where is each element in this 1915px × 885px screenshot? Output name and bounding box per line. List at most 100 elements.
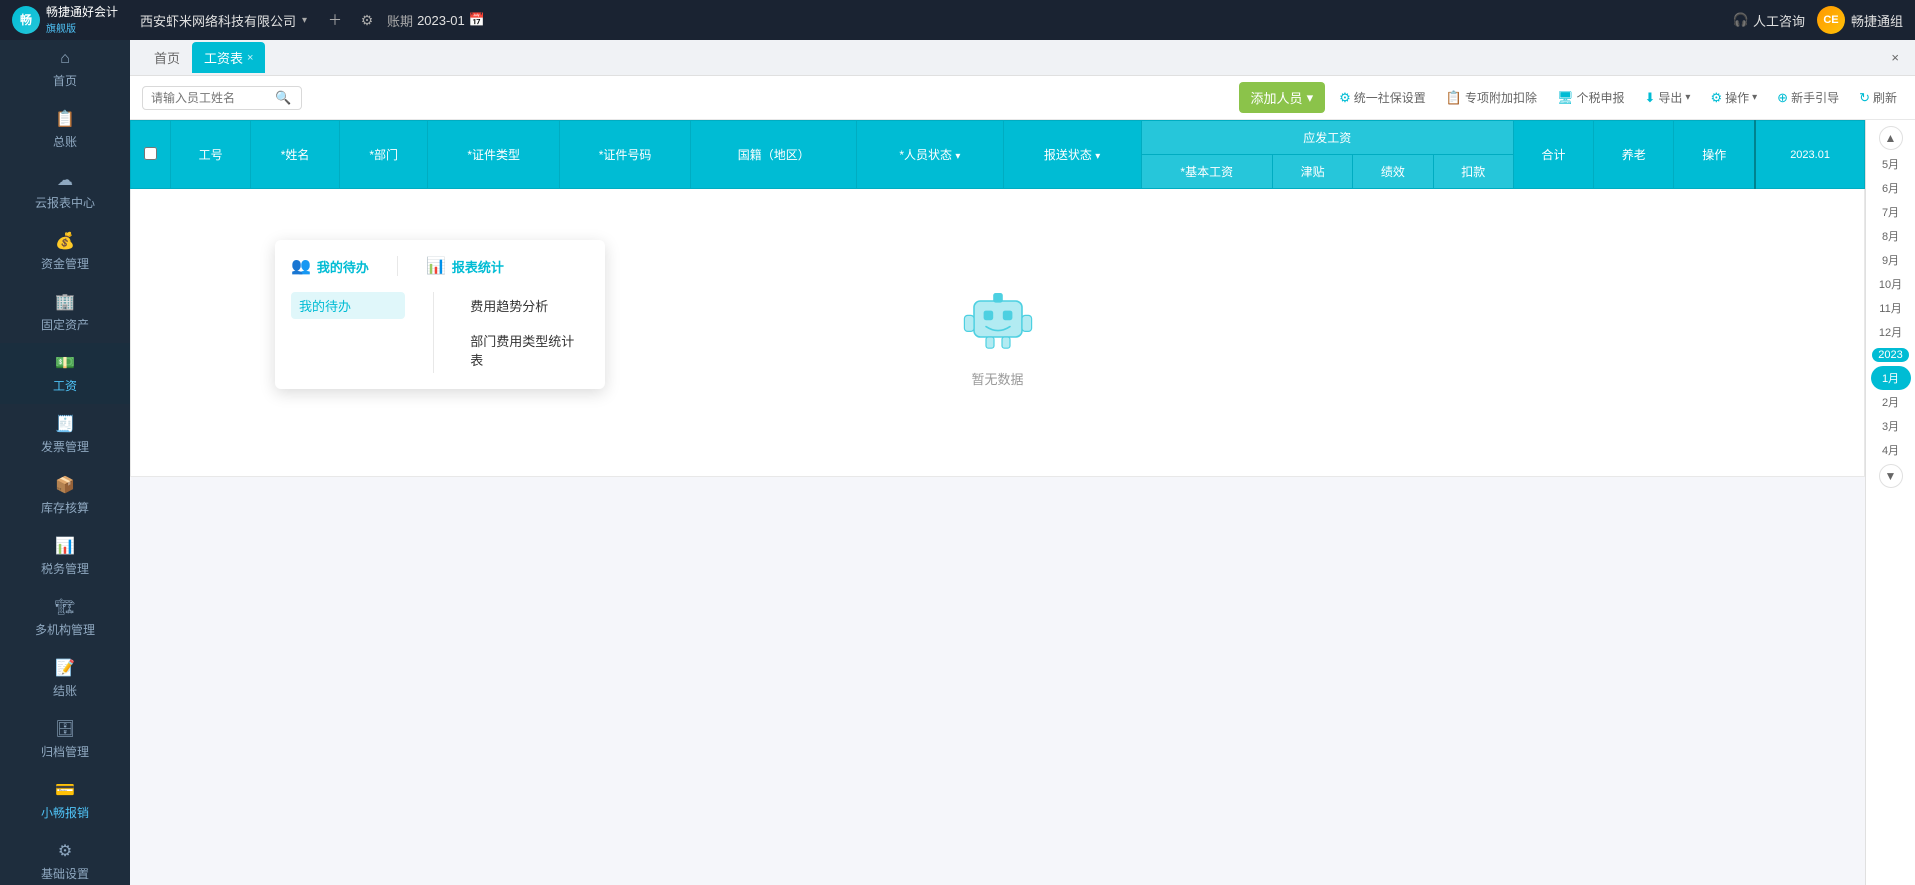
tab-bar: 首页 工资表 × × bbox=[130, 40, 1915, 76]
top-bar: 畅 畅捷通好会计 旗舰版 西安虾米网络科技有限公司 ▾ ＋ ⚙ 账期 2023-… bbox=[0, 0, 1915, 40]
new-guide-label: 新手引导 bbox=[1791, 89, 1839, 106]
social-insurance-label: 统一社保设置 bbox=[1354, 89, 1426, 106]
company-name: 西安虾米网络科技有限公司 bbox=[140, 11, 296, 30]
calendar-icon[interactable]: 📅 bbox=[469, 12, 485, 28]
add-people-label: 添加人员 bbox=[1251, 88, 1303, 107]
popup-item-my-todo[interactable]: 我的待办 bbox=[291, 292, 405, 319]
month-item-8[interactable]: 8月 bbox=[1871, 224, 1911, 248]
export-dropdown-icon: ▾ bbox=[1685, 92, 1690, 103]
personal-tax-label: 个税申报 bbox=[1576, 89, 1624, 106]
month-item-4[interactable]: 4月 bbox=[1871, 438, 1911, 462]
tab-close-icon[interactable]: × bbox=[247, 52, 253, 64]
top-right: 🎧 人工咨询 CE 畅捷通组 bbox=[1733, 6, 1903, 34]
month-item-7[interactable]: 7月 bbox=[1871, 200, 1911, 224]
salary-icon: 💵 bbox=[55, 353, 75, 373]
tab-salary-label: 工资表 bbox=[204, 48, 243, 67]
tab-home-label: 首页 bbox=[154, 48, 180, 67]
add-people-dropdown-icon: ▾ bbox=[1307, 90, 1314, 106]
sidebar-item-invoice[interactable]: 🧾 发票管理 bbox=[0, 404, 130, 465]
sidebar-label-home: 首页 bbox=[53, 72, 77, 89]
month-item-9[interactable]: 9月 bbox=[1871, 248, 1911, 272]
new-guide-button[interactable]: ⊕ 新手引导 bbox=[1771, 85, 1845, 110]
main-layout: ⌂ 首页 📋 总账 ☁ 云报表中心 💰 资金管理 🏢 固定资产 💵 工资 🧾 发… bbox=[0, 40, 1915, 885]
month-item-10[interactable]: 10月 bbox=[1871, 272, 1911, 296]
operation-icon: ⚙ bbox=[1710, 90, 1722, 106]
tax-report-icon: 🖥 bbox=[1557, 90, 1574, 106]
month-item-6[interactable]: 6月 bbox=[1871, 176, 1911, 200]
operation-button[interactable]: ⚙ 操作 ▾ bbox=[1704, 85, 1763, 110]
tax-icon: 📊 bbox=[55, 536, 75, 556]
sidebar-item-tax[interactable]: 📊 税务管理 bbox=[0, 526, 130, 587]
col-header-basic-salary: *基本工资 bbox=[1141, 155, 1272, 189]
col-header-name: *姓名 bbox=[251, 121, 340, 189]
col-header-total: 合计 bbox=[1513, 121, 1593, 189]
popup-item-cost-trend[interactable]: 费用趋势分析 bbox=[462, 292, 589, 319]
sidebar-item-salary[interactable]: 💵 工资 bbox=[0, 343, 130, 404]
col-header-dept: *部门 bbox=[339, 121, 428, 189]
month-item-2[interactable]: 2月 bbox=[1871, 390, 1911, 414]
social-insurance-button[interactable]: ⚙ 统一社保设置 bbox=[1333, 85, 1432, 110]
headset-icon: 🎧 bbox=[1733, 12, 1749, 28]
search-input[interactable] bbox=[151, 91, 271, 105]
sidebar-item-closing[interactable]: 📝 结账 bbox=[0, 648, 130, 709]
popup-item-dept-cost[interactable]: 部门费用类型统计表 bbox=[462, 327, 589, 373]
consultant-button[interactable]: 🎧 人工咨询 bbox=[1733, 11, 1805, 30]
year-section: 2023 bbox=[1872, 348, 1908, 362]
add-button[interactable]: ＋ bbox=[323, 8, 347, 32]
export-button[interactable]: ⬇ 导出 ▾ bbox=[1639, 85, 1697, 110]
sidebar-item-xiaochange[interactable]: 💳 小畅报销 bbox=[0, 770, 130, 831]
sidebar-item-home[interactable]: ⌂ 首页 bbox=[0, 40, 130, 99]
sidebar-item-fund[interactable]: 💰 资金管理 bbox=[0, 221, 130, 282]
refresh-button[interactable]: ↻ 刷新 bbox=[1853, 85, 1903, 110]
company-selector[interactable]: 西安虾米网络科技有限公司 ▾ bbox=[132, 7, 315, 34]
user-name: 畅捷通组 bbox=[1851, 11, 1903, 30]
add-people-button[interactable]: 添加人员 ▾ bbox=[1239, 82, 1326, 113]
sidebar-label-xiaochange: 小畅报销 bbox=[41, 804, 89, 821]
sidebar-item-inventory[interactable]: 📦 库存核算 bbox=[0, 465, 130, 526]
tab-salary[interactable]: 工资表 × bbox=[192, 42, 265, 73]
month-item-5[interactable]: 5月 bbox=[1871, 152, 1911, 176]
sidebar-item-ledger[interactable]: 📋 总账 bbox=[0, 99, 130, 160]
social-insurance-icon: ⚙ bbox=[1339, 90, 1351, 106]
col-header-country: 国籍（地区） bbox=[691, 121, 857, 189]
user-area[interactable]: CE 畅捷通组 bbox=[1817, 6, 1903, 34]
popup-section-title-todo: 👥 我的待办 bbox=[291, 256, 369, 276]
month-item-11[interactable]: 11月 bbox=[1871, 296, 1911, 320]
consultant-label: 人工咨询 bbox=[1753, 11, 1805, 30]
col-header-id-num: *证件号码 bbox=[559, 121, 690, 189]
sidebar-item-archive[interactable]: 🗄 归档管理 bbox=[0, 709, 130, 770]
sidebar-item-basic-settings[interactable]: ⚙ 基础设置 bbox=[0, 831, 130, 885]
sidebar-item-cloud-report[interactable]: ☁ 云报表中心 bbox=[0, 160, 130, 221]
select-all-checkbox[interactable] bbox=[131, 121, 171, 189]
checkbox-input[interactable] bbox=[144, 147, 157, 160]
popup-my-todo-section: 👥 我的待办 bbox=[291, 256, 369, 276]
popup-section-title-report: 📊 报表统计 bbox=[426, 256, 504, 276]
month-nav-down[interactable]: ▼ bbox=[1879, 464, 1903, 488]
month-item-1-active[interactable]: 1月 bbox=[1871, 366, 1911, 390]
org-icon: 🏗 bbox=[55, 597, 75, 617]
todo-section-icon: 👥 bbox=[291, 256, 311, 276]
tab-home[interactable]: 首页 bbox=[142, 42, 192, 73]
archive-icon: 🗄 bbox=[55, 719, 75, 739]
search-icon: 🔍 bbox=[275, 90, 291, 106]
sidebar-item-multi-org[interactable]: 🏗 多机构管理 bbox=[0, 587, 130, 648]
sidebar-label-archive: 归档管理 bbox=[41, 743, 89, 760]
col-header-allowance: 津贴 bbox=[1272, 155, 1352, 189]
settings-icon[interactable]: ⚙ bbox=[355, 8, 379, 32]
month-item-3[interactable]: 3月 bbox=[1871, 414, 1911, 438]
personal-tax-button[interactable]: 🖥 个税申报 bbox=[1551, 85, 1631, 110]
logo-icon: 畅 bbox=[12, 6, 40, 34]
col-header-report-status: 报送状态 ▾ bbox=[1003, 121, 1141, 189]
close-window-icon[interactable]: × bbox=[1887, 46, 1903, 69]
closing-icon: 📝 bbox=[55, 658, 75, 678]
sidebar-item-fixed-assets[interactable]: 🏢 固定资产 bbox=[0, 282, 130, 343]
sidebar-label-salary: 工资 bbox=[53, 377, 77, 394]
sidebar-label-settings: 基础设置 bbox=[41, 865, 89, 882]
year-badge: 2023 bbox=[1872, 348, 1908, 362]
special-deduction-button[interactable]: 📋 专项附加扣除 bbox=[1440, 85, 1543, 110]
month-item-12[interactable]: 12月 bbox=[1871, 320, 1911, 344]
sidebar-label-fund: 资金管理 bbox=[41, 255, 89, 272]
dropdown-popup: 👥 我的待办 📊 报表统计 bbox=[275, 240, 605, 389]
col-header-id-type: *证件类型 bbox=[428, 121, 559, 189]
month-nav-up[interactable]: ▲ bbox=[1879, 126, 1903, 150]
